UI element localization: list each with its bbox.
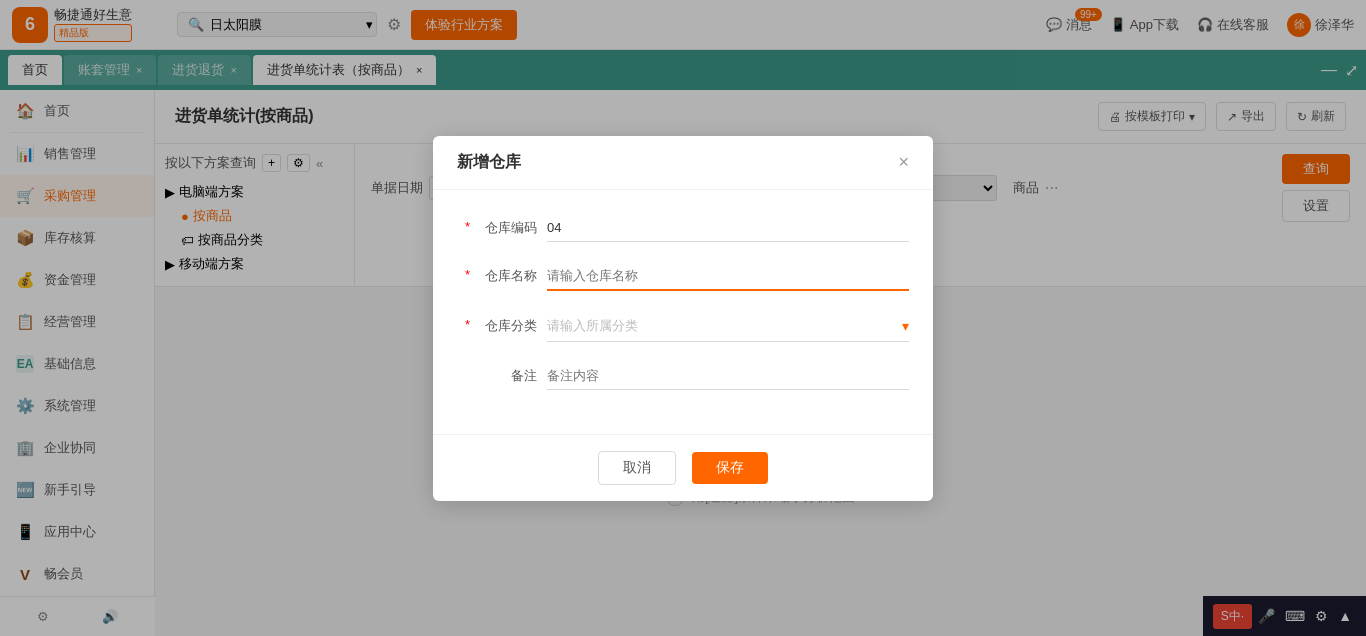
modal-overlay: 新增仓库 × 仓库编码 仓库名称 仓库分类 请输入所属分类 ▾: [0, 0, 1366, 636]
modal-footer: 取消 保存: [433, 434, 933, 501]
remark-input[interactable]: [547, 362, 909, 390]
form-row-remark: 备注: [457, 362, 909, 390]
remark-label: 备注: [457, 367, 547, 385]
category-select[interactable]: 请输入所属分类 ▾: [547, 311, 909, 342]
form-row-code: 仓库编码: [457, 214, 909, 242]
category-label: 仓库分类: [457, 317, 547, 335]
code-label: 仓库编码: [457, 219, 547, 237]
modal-title: 新增仓库: [457, 152, 521, 173]
modal-body: 仓库编码 仓库名称 仓库分类 请输入所属分类 ▾ 备注: [433, 190, 933, 434]
name-input[interactable]: [547, 262, 909, 291]
save-btn[interactable]: 保存: [692, 452, 768, 484]
category-dropdown-icon: ▾: [902, 318, 909, 334]
modal-new-warehouse: 新增仓库 × 仓库编码 仓库名称 仓库分类 请输入所属分类 ▾: [433, 136, 933, 501]
form-row-category: 仓库分类 请输入所属分类 ▾: [457, 311, 909, 342]
cancel-btn[interactable]: 取消: [598, 451, 676, 485]
form-row-name: 仓库名称: [457, 262, 909, 291]
category-placeholder: 请输入所属分类: [547, 317, 638, 335]
modal-header: 新增仓库 ×: [433, 136, 933, 190]
name-label: 仓库名称: [457, 267, 547, 285]
modal-close-btn[interactable]: ×: [898, 152, 909, 173]
code-input[interactable]: [547, 214, 909, 242]
